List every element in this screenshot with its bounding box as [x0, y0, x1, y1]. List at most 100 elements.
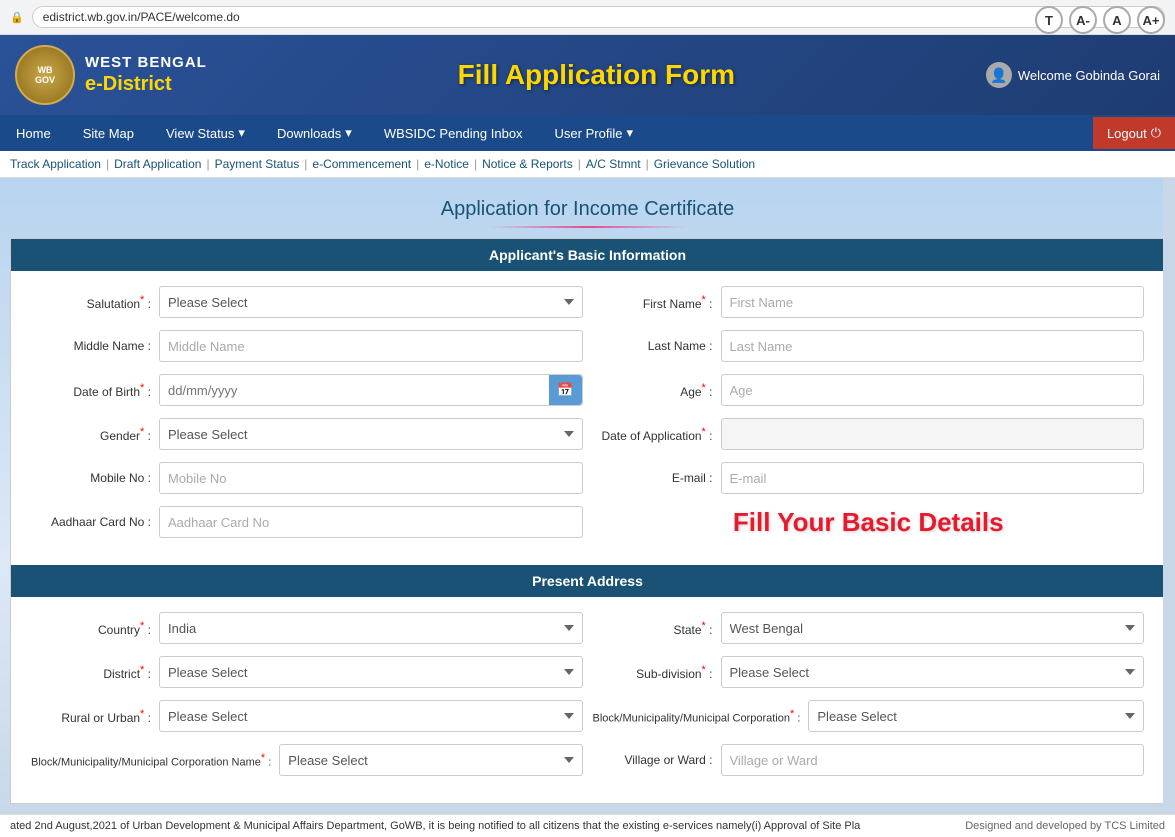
district-label: District* :	[31, 664, 151, 681]
group-mobile: Mobile No :	[31, 462, 583, 494]
section2-header: Present Address	[11, 565, 1164, 597]
age-label: Age* :	[593, 382, 713, 399]
email-input[interactable]	[721, 462, 1145, 494]
lastname-label: Last Name :	[593, 339, 713, 353]
group-gender: Gender* : Please Select Male Female Othe…	[31, 418, 583, 450]
site-title: WEST BENGAL e-District	[85, 54, 207, 96]
nav-downloads[interactable]: Downloads ▾	[261, 115, 368, 151]
logo-text: WBGOV	[35, 65, 55, 85]
middlename-label: Middle Name :	[31, 339, 151, 353]
main-content: Application for Income Certificate Appli…	[0, 178, 1175, 814]
group-overlay-text: Fill Your Basic Details	[593, 507, 1145, 538]
payment-status-link[interactable]: Payment Status	[215, 157, 300, 171]
nav-viewstatus[interactable]: View Status ▾	[150, 115, 261, 151]
row-middlename-lastname: Middle Name : Last Name :	[31, 330, 1144, 362]
country-select[interactable]: India	[159, 612, 583, 644]
text-size-minus-button[interactable]: A-	[1069, 6, 1097, 34]
row-salutation-firstname: Salutation* : Please Select Mr. Mrs. Ms.…	[31, 286, 1144, 318]
block-muni-select[interactable]: Please Select	[808, 700, 1144, 732]
firstname-input[interactable]	[721, 286, 1145, 318]
aadhaar-input[interactable]	[159, 506, 583, 538]
browser-url[interactable]: edistrict.wb.gov.in/PACE/welcome.do	[32, 6, 1165, 28]
row-district-subdivision: District* : Please Select Sub-division* …	[31, 656, 1144, 688]
logo-area: WBGOV WEST BENGAL e-District	[15, 45, 207, 105]
section1-body: Salutation* : Please Select Mr. Mrs. Ms.…	[11, 271, 1164, 565]
age-input[interactable]	[721, 374, 1145, 406]
nav-bar: Home Site Map View Status ▾ Downloads ▾ …	[0, 115, 1175, 151]
group-email: E-mail :	[593, 462, 1145, 494]
firstname-label: First Name* :	[593, 294, 713, 311]
district-text: District	[103, 73, 172, 95]
group-country: Country* : India	[31, 612, 583, 644]
salutation-select[interactable]: Please Select Mr. Mrs. Ms. Dr.	[159, 286, 583, 318]
dob-input[interactable]	[160, 377, 549, 404]
row-dob-age: Date of Birth* : 📅 Age* :	[31, 374, 1144, 406]
row-country-state: Country* : India State* : West Bengal	[31, 612, 1144, 644]
rural-urban-label: Rural or Urban* :	[31, 708, 151, 725]
site-header: WBGOV WEST BENGAL e-District Fill Applic…	[0, 35, 1175, 115]
group-salutation: Salutation* : Please Select Mr. Mrs. Ms.…	[31, 286, 583, 318]
subdivision-label: Sub-division* :	[593, 664, 713, 681]
draft-application-link[interactable]: Draft Application	[114, 157, 201, 171]
fill-basic-details-text: Fill Your Basic Details	[733, 507, 1004, 538]
block-muni-label: Block/Municipality/Municipal Corporation…	[593, 708, 801, 725]
state-select[interactable]: West Bengal	[721, 612, 1145, 644]
group-subdivision: Sub-division* : Please Select	[593, 656, 1145, 688]
text-size-t-button[interactable]: T	[1035, 6, 1063, 34]
downloads-arrow-icon: ▾	[345, 125, 352, 141]
ticker-text: ated 2nd August,2021 of Urban Developmen…	[10, 820, 965, 832]
doa-input: 04/10/2021 13:40:53	[721, 418, 1145, 450]
subdivision-select[interactable]: Please Select	[721, 656, 1145, 688]
group-dob: Date of Birth* : 📅	[31, 374, 583, 406]
group-block-muni2: Block/Municipality/Municipal Corporation…	[31, 744, 583, 776]
block-muni2-label: Block/Municipality/Municipal Corporation…	[31, 752, 271, 769]
e-notice-link[interactable]: e-Notice	[424, 157, 469, 171]
site-logo: WBGOV	[15, 45, 75, 105]
dob-label: Date of Birth* :	[31, 382, 151, 399]
group-firstname: First Name* :	[593, 286, 1145, 318]
nav-wbsidc[interactable]: WBSIDC Pending Inbox	[368, 116, 539, 151]
mobile-input[interactable]	[159, 462, 583, 494]
userprofile-arrow-icon: ▾	[626, 125, 633, 141]
lock-icon: 🔒	[10, 11, 24, 24]
middlename-input[interactable]	[159, 330, 583, 362]
secondary-nav: Track Application | Draft Application | …	[0, 151, 1175, 178]
scrollbar[interactable]	[1163, 178, 1175, 814]
nav-home[interactable]: Home	[0, 116, 67, 151]
district-select[interactable]: Please Select	[159, 656, 583, 688]
village-ward-label: Village or Ward :	[593, 753, 713, 767]
e-commencement-link[interactable]: e-Commencement	[312, 157, 411, 171]
nav-sitemap[interactable]: Site Map	[67, 116, 150, 151]
rural-urban-select[interactable]: Please Select	[159, 700, 583, 732]
mobile-label: Mobile No :	[31, 471, 151, 485]
group-age: Age* :	[593, 374, 1145, 406]
grievance-solution-link[interactable]: Grievance Solution	[654, 157, 755, 171]
row-mobile-email: Mobile No : E-mail :	[31, 462, 1144, 494]
gender-select[interactable]: Please Select Male Female Other	[159, 418, 583, 450]
logout-button[interactable]: Logout ⏻	[1093, 117, 1175, 149]
form-page-title: Application for Income Certificate	[0, 198, 1175, 221]
salutation-label: Salutation* :	[31, 294, 151, 311]
site-name-line1: WEST BENGAL	[85, 54, 207, 72]
tcs-credit: Designed and developed by TCS Limited	[965, 820, 1165, 832]
row-rural-block: Rural or Urban* : Please Select Block/Mu…	[31, 700, 1144, 732]
text-size-normal-button[interactable]: A	[1103, 6, 1131, 34]
notice-reports-link[interactable]: Notice & Reports	[482, 157, 573, 171]
email-label: E-mail :	[593, 471, 713, 485]
calendar-icon[interactable]: 📅	[549, 375, 581, 405]
group-village-ward: Village or Ward :	[593, 744, 1145, 776]
page-main-title: Fill Application Form	[207, 59, 986, 91]
block-muni2-select[interactable]: Please Select	[279, 744, 582, 776]
text-size-plus-button[interactable]: A+	[1137, 6, 1165, 34]
nav-userprofile[interactable]: User Profile ▾	[539, 115, 649, 151]
track-application-link[interactable]: Track Application	[10, 157, 101, 171]
application-form: Applicant's Basic Information Salutation…	[10, 238, 1165, 804]
doa-label: Date of Application* :	[593, 426, 713, 443]
ac-stmnt-link[interactable]: A/C Stmnt	[586, 157, 641, 171]
row-block2-village: Block/Municipality/Municipal Corporation…	[31, 744, 1144, 776]
lastname-input[interactable]	[721, 330, 1145, 362]
village-ward-input[interactable]	[721, 744, 1145, 776]
dob-input-wrap[interactable]: 📅	[159, 374, 583, 406]
site-name-line2: e-District	[85, 72, 207, 96]
group-state: State* : West Bengal	[593, 612, 1145, 644]
